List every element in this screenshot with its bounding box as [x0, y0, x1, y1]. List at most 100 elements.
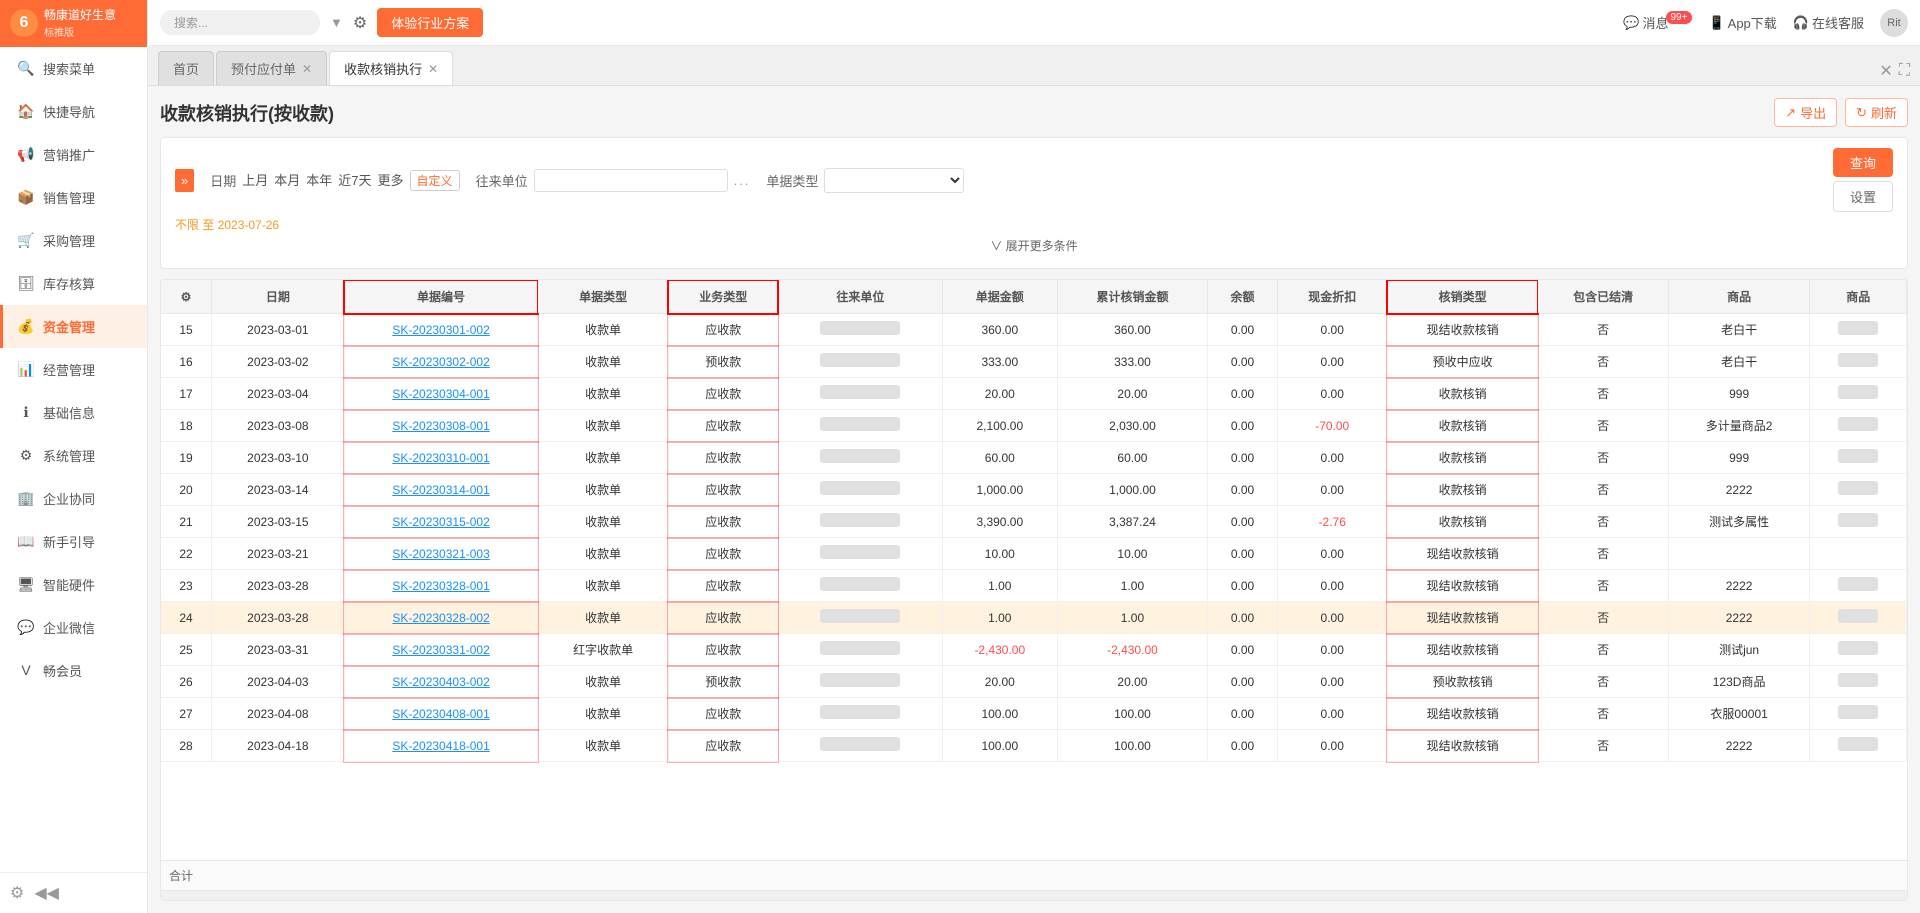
doc-no-link[interactable]: SK-20230302-002 [392, 355, 489, 369]
settings-btn[interactable]: 设置 [1833, 181, 1893, 212]
sidebar-item-finance[interactable]: 💰 资金管理 [0, 305, 147, 348]
export-btn[interactable]: ↗ 导出 [1774, 98, 1837, 127]
td-goods1 [1668, 538, 1810, 570]
sidebar-icon-finance: 💰 [17, 318, 35, 335]
user-avatar[interactable]: Rit [1880, 9, 1908, 37]
tab-collection-close[interactable]: ✕ [428, 62, 438, 76]
table-row: 26 2023-04-03 SK-20230403-002 收款单 预收款 20… [161, 666, 1907, 698]
date-custom[interactable]: 自定义 [410, 170, 460, 191]
td-goods1: 123D商品 [1668, 666, 1810, 698]
td-date: 2023-03-15 [212, 506, 345, 538]
sidebar-item-guide[interactable]: 📖 新手引导 [0, 520, 147, 563]
win-close-btn[interactable]: ✕ [1879, 61, 1892, 81]
doc-no-link[interactable]: SK-20230418-001 [392, 739, 489, 753]
td-goods1: 2222 [1668, 602, 1810, 634]
td-partner [778, 666, 942, 698]
date-last-month[interactable]: 上月 [242, 170, 268, 191]
sidebar-item-sales[interactable]: 📦 销售管理 [0, 176, 147, 219]
sidebar-item-enterprise[interactable]: 🏢 企业协同 [0, 477, 147, 520]
td-biz-type: 应收款 [668, 442, 778, 474]
th-date: 日期 [212, 280, 345, 314]
td-no: 19 [161, 442, 212, 474]
tab-prepay-label: 预付应付单 [231, 59, 296, 78]
sidebar-icon-enterprise: 🏢 [17, 490, 35, 507]
date-this-year[interactable]: 本年 [306, 170, 332, 191]
sidebar-item-operations[interactable]: 📊 经营管理 [0, 348, 147, 391]
td-include-cleared: 否 [1538, 442, 1668, 474]
sidebar-item-hardware[interactable]: 🖥 智能硬件 [0, 563, 147, 606]
partner-input[interactable] [534, 169, 728, 192]
doctype-select[interactable] [824, 168, 964, 193]
expand-bar[interactable]: ∨ 展开更多条件 [175, 233, 1893, 258]
table-row: 18 2023-03-08 SK-20230308-001 收款单 应收款 2,… [161, 410, 1907, 442]
th-settings[interactable]: ⚙ [161, 280, 212, 314]
message-action[interactable]: 💬 消息 99+ [1623, 13, 1692, 32]
tab-home[interactable]: 首页 [158, 51, 214, 85]
doc-no-link[interactable]: SK-20230408-001 [392, 707, 489, 721]
tab-prepay[interactable]: 预付应付单 ✕ [216, 51, 327, 85]
sidebar-item-wechat[interactable]: 💬 企业微信 [0, 606, 147, 649]
doc-no-link[interactable]: SK-20230304-001 [392, 387, 489, 401]
td-amount: 20.00 [942, 666, 1057, 698]
refresh-btn[interactable]: ↻ 刷新 [1845, 98, 1908, 127]
app-download-action[interactable]: 📱 App下载 [1708, 13, 1776, 32]
sidebar-item-quick-nav[interactable]: 🏠 快捷导航 [0, 90, 147, 133]
td-writeoff-type: 收款核销 [1387, 378, 1538, 410]
industry-btn[interactable]: 体验行业方案 [377, 8, 483, 37]
topbar-arrow-icon[interactable]: ▼ [330, 15, 343, 30]
td-doc-type: 收款单 [538, 442, 668, 474]
date-label: 日期 [210, 171, 236, 190]
doc-no-link[interactable]: SK-20230314-001 [392, 483, 489, 497]
settings-icon[interactable]: ⚙ [10, 883, 24, 903]
query-btn[interactable]: 查询 [1833, 148, 1893, 177]
sidebar-item-marketing[interactable]: 📢 营销推广 [0, 133, 147, 176]
collapse-icon[interactable]: ◀◀ [34, 883, 59, 903]
td-written-off: 333.00 [1057, 346, 1208, 378]
partner-dots[interactable]: ... [734, 173, 751, 188]
sidebar-item-search[interactable]: 🔍 搜索菜单 [0, 47, 147, 90]
doc-no-link[interactable]: SK-20230403-002 [392, 675, 489, 689]
td-goods2 [1810, 602, 1907, 634]
date-this-month[interactable]: 本月 [274, 170, 300, 191]
doc-no-link[interactable]: SK-20230328-002 [392, 611, 489, 625]
td-balance: 0.00 [1208, 602, 1277, 634]
sidebar-item-member[interactable]: V 畅会员 [0, 649, 147, 692]
td-balance: 0.00 [1208, 730, 1277, 762]
td-goods1: 2222 [1668, 474, 1810, 506]
date-more[interactable]: 更多 [378, 170, 404, 191]
doc-no-link[interactable]: SK-20230331-002 [392, 643, 489, 657]
doc-no-link[interactable]: SK-20230328-001 [392, 579, 489, 593]
sidebar-item-inventory[interactable]: 🗄 库存核算 [0, 262, 147, 305]
doc-no-link[interactable]: SK-20230310-001 [392, 451, 489, 465]
topbar: 搜索... ▼ ⚙ 体验行业方案 💬 消息 99+ 📱 App下载 🎧 在线客服… [148, 0, 1920, 46]
doc-no-link[interactable]: SK-20230301-002 [392, 323, 489, 337]
td-doc-no: SK-20230304-001 [344, 378, 538, 410]
td-goods1: 测试jun [1668, 634, 1810, 666]
sidebar-item-purchase[interactable]: 🛒 采购管理 [0, 219, 147, 262]
td-cash-discount: 0.00 [1277, 538, 1387, 570]
win-max-btn[interactable]: ⛶ [1899, 62, 1910, 80]
horizontal-scrollbar[interactable] [161, 890, 1907, 900]
online-service-action[interactable]: 🎧 在线客服 [1793, 13, 1864, 32]
export-label: 导出 [1800, 103, 1826, 122]
sidebar-label-search: 搜索菜单 [43, 59, 95, 78]
table-container[interactable]: ⚙ 日期 单据编号 单据类型 业务类型 往来单位 单据金额 累计核销金额 余额 … [161, 280, 1907, 860]
filter-toggle-btn[interactable]: » [175, 169, 194, 192]
tab-collection[interactable]: 收款核销执行 ✕ [329, 51, 453, 85]
topbar-gear-icon[interactable]: ⚙ [353, 13, 367, 33]
tab-prepay-close[interactable]: ✕ [302, 62, 312, 76]
td-biz-type: 应收款 [668, 730, 778, 762]
td-date: 2023-04-18 [212, 730, 345, 762]
date-7days[interactable]: 近7天 [338, 170, 371, 191]
td-doc-no: SK-20230328-001 [344, 570, 538, 602]
doc-no-link[interactable]: SK-20230315-002 [392, 515, 489, 529]
td-cash-discount: 0.00 [1277, 346, 1387, 378]
doc-no-link[interactable]: SK-20230321-003 [392, 547, 489, 561]
td-doc-type: 收款单 [538, 666, 668, 698]
main: 搜索... ▼ ⚙ 体验行业方案 💬 消息 99+ 📱 App下载 🎧 在线客服… [148, 0, 1920, 913]
sidebar-item-basics[interactable]: ℹ 基础信息 [0, 391, 147, 434]
td-include-cleared: 否 [1538, 378, 1668, 410]
sidebar-item-system[interactable]: ⚙ 系统管理 [0, 434, 147, 477]
doc-no-link[interactable]: SK-20230308-001 [392, 419, 489, 433]
search-bar[interactable]: 搜索... [160, 10, 320, 35]
